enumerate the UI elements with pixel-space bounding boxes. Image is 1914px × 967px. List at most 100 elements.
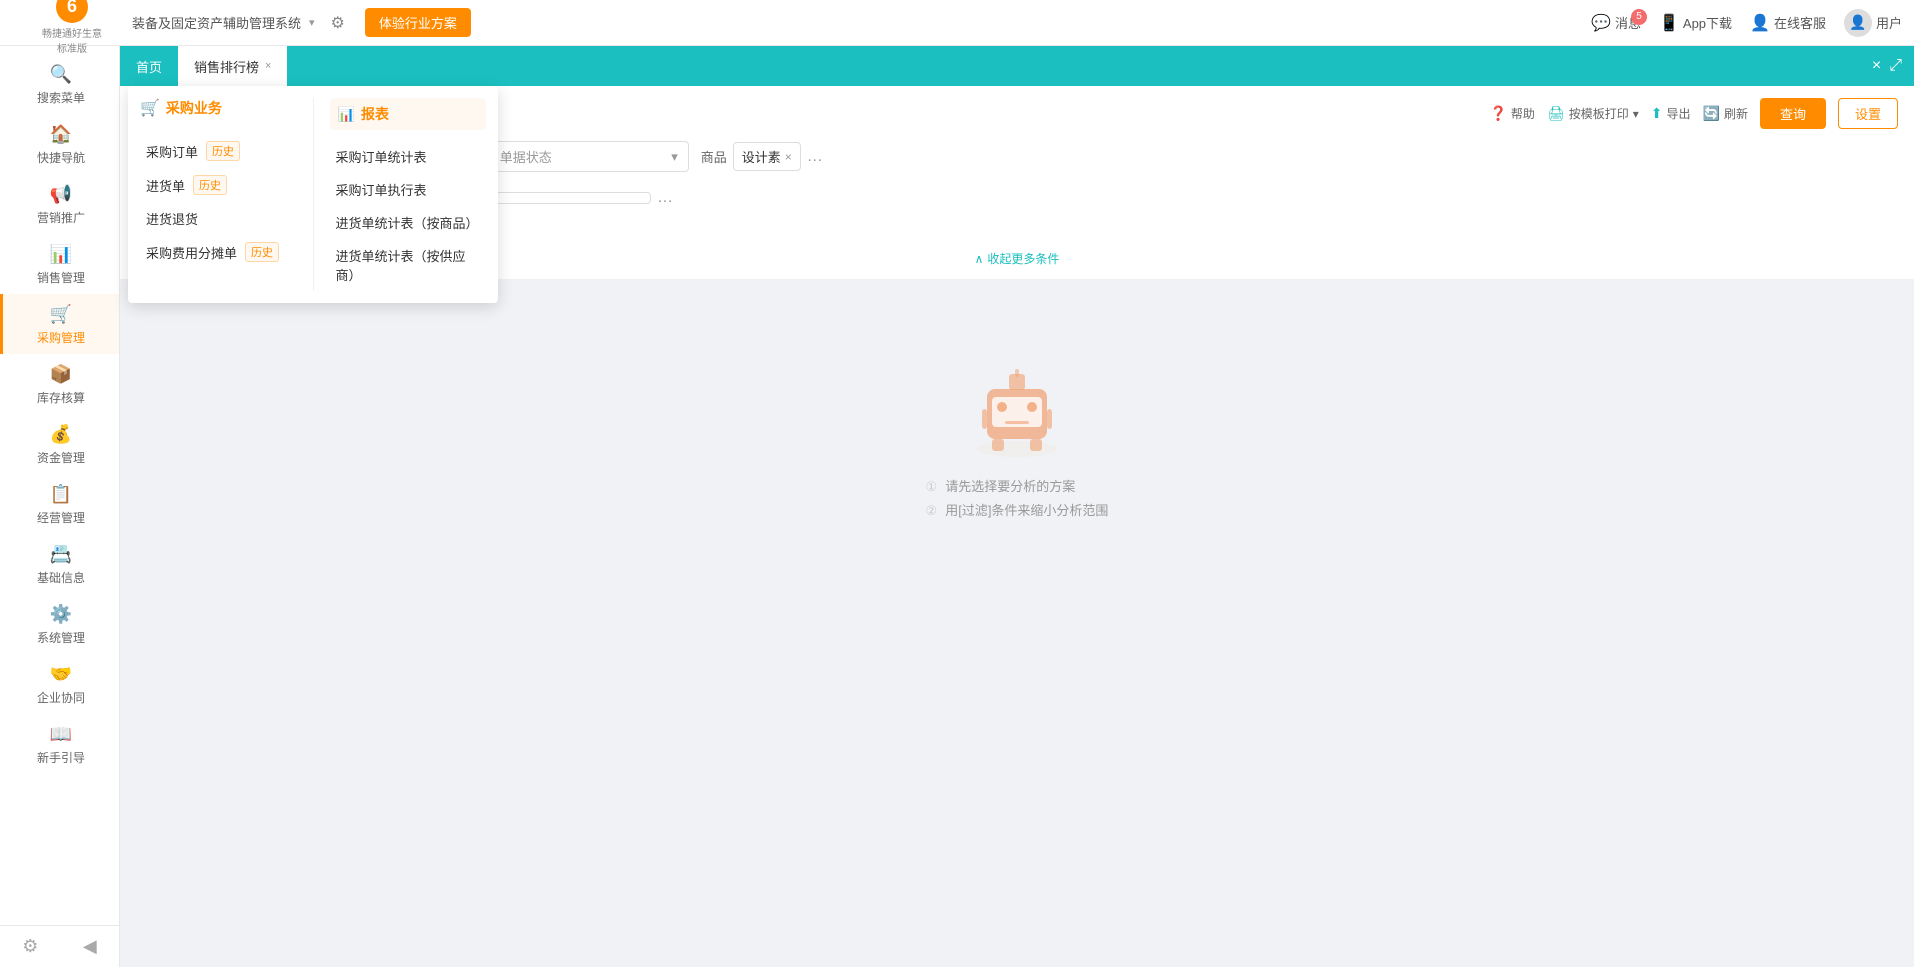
purchase-order-history: 历史 (206, 141, 240, 161)
basic-info-icon: 📇 (50, 544, 72, 565)
refresh-label: 刷新 (1724, 105, 1748, 122)
sidebar-item-system[interactable]: ⚙️ 系统管理 (0, 594, 119, 654)
goods-field: 商品 设计素 × … (701, 142, 901, 171)
goods-value: 设计素 (742, 147, 781, 166)
query-btn[interactable]: 查询 (1760, 98, 1826, 129)
sidebar-bottom: ⚙ ◀ (0, 925, 119, 967)
print-dropdown-icon: ▾ (1633, 107, 1639, 121)
sidebar-label-marketing: 营销推广 (37, 209, 85, 226)
stock-in-stat-goods-label: 进货单统计表（按商品） (336, 213, 479, 232)
sidebar-item-basic-info[interactable]: 📇 基础信息 (0, 534, 119, 594)
search-icon: 🔍 (50, 64, 72, 85)
report-section: 📊 报表 采购订单统计表 采购订单执行表 进货单统计表（按商品） 进货单统计表（… (318, 98, 499, 291)
purchase-icon: 🛒 (50, 304, 72, 325)
tab-sales-rank-close[interactable]: × (265, 60, 271, 72)
sidebar-item-finance[interactable]: 💰 资金管理 (0, 414, 119, 474)
sidebar-item-sales[interactable]: 📊 销售管理 (0, 234, 119, 294)
menu-stock-return[interactable]: 进货退货 (140, 202, 297, 235)
sidebar-label-system: 系统管理 (37, 629, 85, 646)
report-section-title: 📊 报表 (330, 98, 487, 130)
goods-chip: 设计素 × (733, 142, 801, 171)
settings-gear-icon[interactable]: ⚙ (331, 13, 345, 33)
logo-area: 6 畅捷通好生意 标准版 (12, 0, 132, 55)
online-service-label: 在线客服 (1774, 13, 1826, 32)
guide-icon: 📖 (50, 724, 72, 745)
menu-purchase-order[interactable]: 采购订单 历史 (140, 134, 297, 168)
menu-purchase-order-stat[interactable]: 采购订单统计表 (330, 140, 487, 173)
help-icon: ❓ (1489, 105, 1506, 122)
settings-btn[interactable]: 设置 (1838, 98, 1898, 129)
tab-bar: 首页 销售排行榜 × × ⤢ (120, 46, 1914, 86)
finance-icon: 💰 (50, 424, 72, 445)
sidebar-label-search: 搜索菜单 (37, 89, 85, 106)
sidebar-item-inventory[interactable]: 📦 库存核算 (0, 354, 119, 414)
online-service-item[interactable]: 👤 在线客服 (1750, 13, 1826, 33)
logo-sub: 标准版 (57, 40, 87, 55)
message-item[interactable]: 💬 消息 5 (1591, 13, 1641, 33)
user-label: 用户 (1876, 13, 1902, 32)
stock-in-history: 历史 (193, 175, 227, 195)
print-icon: 🖨 (1547, 105, 1565, 122)
logo-text: 畅捷通好生意 (42, 25, 102, 40)
message-icon: 💬 (1591, 13, 1611, 33)
salesperson-more-btn[interactable]: … (657, 189, 673, 207)
collapse-label: 收起更多条件 (987, 250, 1059, 267)
sidebar-item-quick-nav[interactable]: 🏠 快捷导航 (0, 114, 119, 174)
sidebar-label-basic-info: 基础信息 (37, 569, 85, 586)
report-section-icon: 📊 (338, 106, 355, 123)
inventory-icon: 📦 (50, 364, 72, 385)
stock-in-stat-supplier-label: 进货单统计表（按供应商） (336, 246, 481, 284)
menu-stock-in-stat-goods[interactable]: 进货单统计表（按商品） (330, 206, 487, 239)
refresh-icon: 🔄 (1703, 105, 1720, 122)
stock-return-label: 进货退货 (146, 209, 198, 228)
sidebar-item-enterprise[interactable]: 🤝 企业协同 (0, 654, 119, 714)
sidebar-label-enterprise: 企业协同 (37, 689, 85, 706)
sidebar-item-operations[interactable]: 📋 经营管理 (0, 474, 119, 534)
user-item[interactable]: 👤 用户 (1844, 9, 1902, 37)
sidebar-item-marketing[interactable]: 📢 营销推广 (0, 174, 119, 234)
tab-sales-rank-label: 销售排行榜 (194, 57, 259, 76)
sidebar-item-search[interactable]: 🔍 搜索菜单 (0, 54, 119, 114)
empty-state: ① 请先选择要分析的方案 ② 用[过滤]条件来缩小分析范围 (120, 279, 1914, 603)
goods-chip-close[interactable]: × (785, 150, 792, 164)
tab-window-resize-btn[interactable]: ⤢ (1889, 57, 1902, 75)
user-avatar: 👤 (1844, 9, 1872, 37)
menu-stock-in-stat-supplier[interactable]: 进货单统计表（按供应商） (330, 239, 487, 291)
tab-window-close-btn[interactable]: × (1872, 57, 1881, 75)
purchase-section: 🛒 采购业务 采购订单 历史 进货单 历史 进货退货 采购费用分摊单 历史 (128, 98, 309, 291)
operations-icon: 📋 (50, 484, 72, 505)
sidebar-item-guide[interactable]: 📖 新手引导 (0, 714, 119, 774)
refresh-item[interactable]: 🔄 刷新 (1703, 105, 1748, 122)
empty-text: ① 请先选择要分析的方案 ② 用[过滤]条件来缩小分析范围 (926, 475, 1109, 523)
app-download-label: App下载 (1683, 13, 1732, 32)
doc-status-select[interactable]: 单据状态 ▾ (489, 141, 689, 172)
help-item[interactable]: ❓ 帮助 (1489, 105, 1534, 122)
menu-divider (313, 98, 314, 291)
tab-right-actions: × ⤢ (1872, 57, 1914, 75)
enterprise-icon: 🤝 (50, 664, 72, 685)
goods-more-btn[interactable]: … (807, 148, 823, 166)
menu-stock-in[interactable]: 进货单 历史 (140, 168, 297, 202)
sidebar-collapse-icon[interactable]: ◀ (83, 936, 97, 957)
sidebar-label-finance: 资金管理 (37, 449, 85, 466)
message-badge-count: 5 (1631, 9, 1647, 25)
purchase-dropdown-menu: 🛒 采购业务 采购订单 历史 进货单 历史 进货退货 采购费用分摊单 历史 📊 … (128, 86, 498, 303)
app-download-item[interactable]: 📱 App下载 (1659, 13, 1732, 33)
logo-icon: 6 (56, 0, 88, 23)
purchase-fee-history: 历史 (245, 242, 279, 262)
sidebar-item-purchase[interactable]: 🛒 采购管理 (0, 294, 119, 354)
sidebar-settings-icon[interactable]: ⚙ (22, 936, 38, 957)
system-dropdown-icon[interactable]: ▾ (309, 16, 315, 29)
export-icon: ⬆ (1651, 105, 1663, 122)
trial-btn[interactable]: 体验行业方案 (365, 8, 471, 37)
system-name-label: 装备及固定资产辅助管理系统 (132, 13, 301, 32)
print-item[interactable]: 🖨 按模板打印 ▾ (1547, 105, 1639, 122)
menu-purchase-fee[interactable]: 采购费用分摊单 历史 (140, 235, 297, 269)
system-name-area: 装备及固定资产辅助管理系统 ▾ ⚙ 体验行业方案 (132, 8, 1591, 37)
avatar-icon: 👤 (1849, 14, 1866, 31)
tab-sales-rank[interactable]: 销售排行榜 × (178, 46, 287, 86)
stock-in-label: 进货单 (146, 176, 185, 195)
export-item[interactable]: ⬆ 导出 (1651, 105, 1691, 122)
mobile-icon: 📱 (1659, 13, 1679, 33)
menu-purchase-order-exec[interactable]: 采购订单执行表 (330, 173, 487, 206)
